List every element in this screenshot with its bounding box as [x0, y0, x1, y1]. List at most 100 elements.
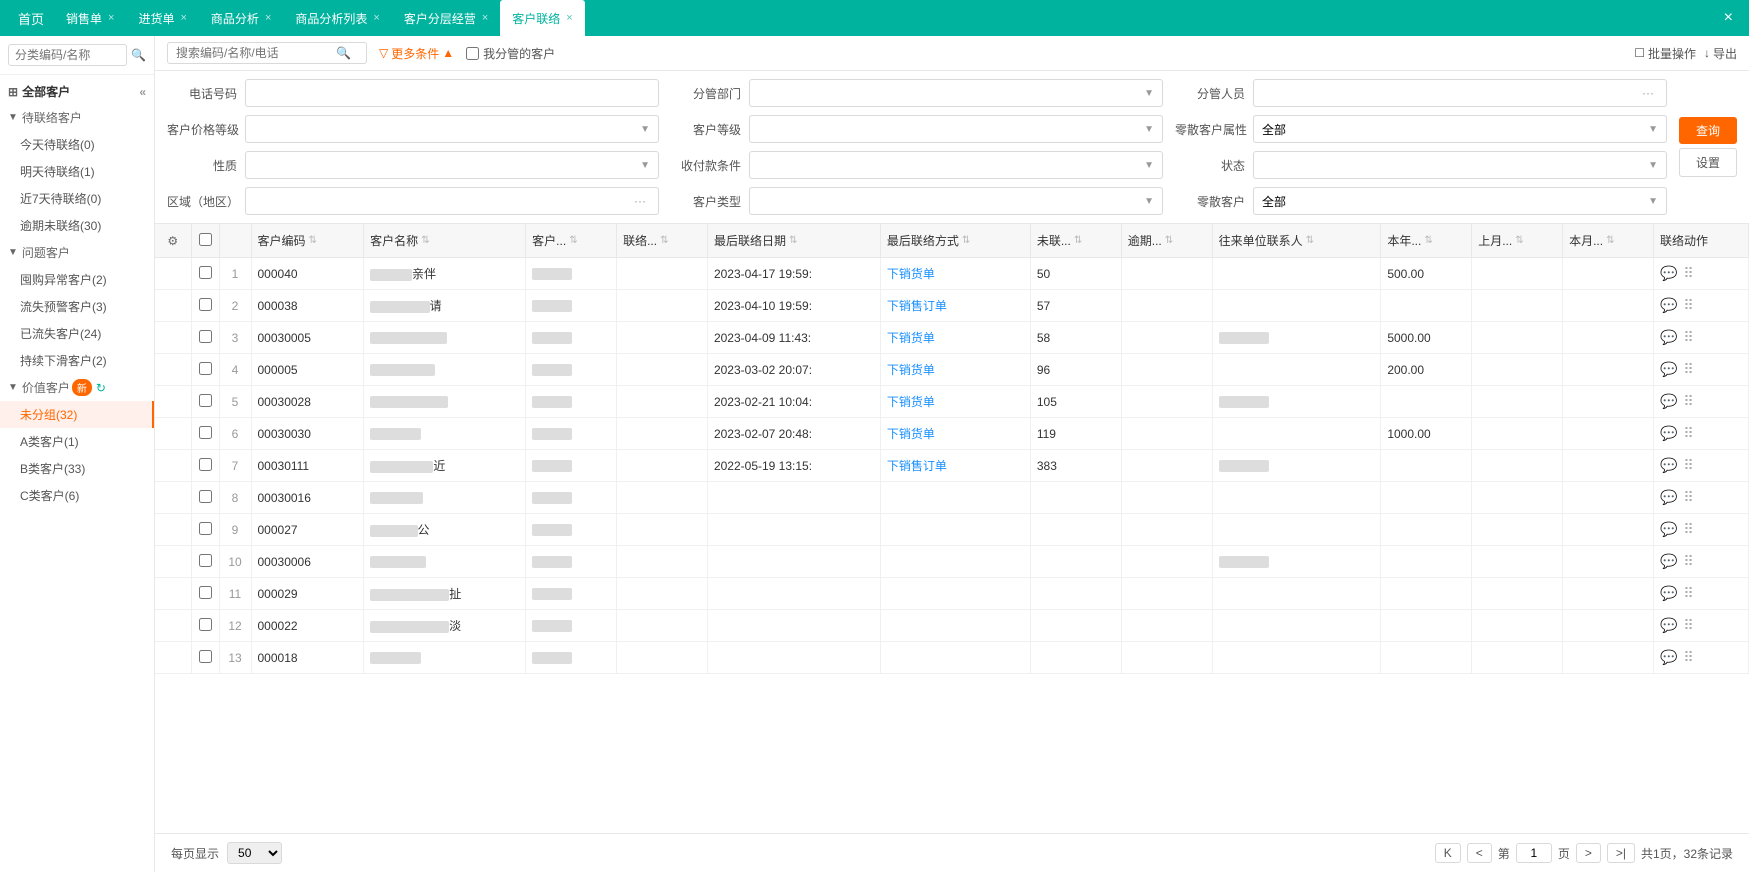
contact-action-icon[interactable]: 💬	[1660, 425, 1677, 442]
contact-way-link[interactable]: 下销货单	[887, 331, 935, 345]
col-last-way[interactable]: 最后联络方式⇅	[880, 224, 1030, 258]
col-this-year[interactable]: 本年...⇅	[1381, 224, 1472, 258]
close-tier-tab-icon[interactable]: ×	[482, 12, 488, 24]
nature-select[interactable]: ▼	[245, 151, 659, 179]
dots-icon[interactable]: ···	[1638, 86, 1658, 100]
more-action-icon[interactable]: ⠿	[1683, 425, 1693, 442]
col-contact[interactable]: 联络...⇅	[617, 224, 708, 258]
row-checkbox-cell[interactable]	[191, 322, 219, 354]
batch-ops-btn[interactable]: ☐ 批量操作	[1634, 45, 1696, 62]
payment-select[interactable]: ▼	[749, 151, 1163, 179]
row-checkbox-cell[interactable]	[191, 546, 219, 578]
sidebar-item-hoarding[interactable]: 囤购异常客户(2)	[0, 266, 154, 293]
contact-way-link[interactable]: 下销售订单	[887, 459, 947, 473]
more-action-icon[interactable]: ⠿	[1683, 297, 1693, 314]
sidebar-item-churn-warning[interactable]: 流失预警客户(3)	[0, 293, 154, 320]
contact-action-icon[interactable]: 💬	[1660, 361, 1677, 378]
contact-action-icon[interactable]: 💬	[1660, 457, 1677, 474]
row-checkbox[interactable]	[199, 618, 212, 631]
prev-page-btn[interactable]: <	[1467, 843, 1492, 863]
row-checkbox[interactable]	[199, 554, 212, 567]
more-action-icon[interactable]: ⠿	[1683, 585, 1693, 602]
col-this-month[interactable]: 本月...⇅	[1563, 224, 1654, 258]
last-page-btn[interactable]: >|	[1607, 843, 1635, 863]
region-select[interactable]: ···	[245, 187, 659, 215]
col-last-month[interactable]: 上月...⇅	[1472, 224, 1563, 258]
row-checkbox[interactable]	[199, 522, 212, 535]
sidebar-item-tomorrow-pending[interactable]: 明天待联络(1)	[0, 158, 154, 185]
nav-tab-analysis-list[interactable]: 商品分析列表 ×	[283, 0, 391, 36]
row-checkbox[interactable]	[199, 298, 212, 311]
close-all-button[interactable]: ×	[1716, 9, 1741, 27]
close-analysis-tab-icon[interactable]: ×	[265, 12, 271, 24]
my-customers-checkbox[interactable]	[466, 47, 479, 60]
filter-search-input[interactable]	[176, 46, 336, 60]
status-select[interactable]: ▼	[1253, 151, 1667, 179]
nav-tab-customer-contact[interactable]: 客户联络 ×	[500, 0, 584, 36]
page-number-input[interactable]	[1516, 843, 1552, 863]
row-checkbox-cell[interactable]	[191, 610, 219, 642]
contact-way-link[interactable]: 下销货单	[887, 363, 935, 377]
col-checkbox-all[interactable]	[191, 224, 219, 258]
contact-action-icon[interactable]: 💬	[1660, 489, 1677, 506]
row-checkbox-cell[interactable]	[191, 642, 219, 674]
row-checkbox[interactable]	[199, 362, 212, 375]
customer-type-select[interactable]: ▼	[749, 187, 1163, 215]
contact-action-icon[interactable]: 💬	[1660, 649, 1677, 666]
nav-tab-customer-tier[interactable]: 客户分层经营 ×	[392, 0, 500, 36]
more-action-icon[interactable]: ⠿	[1683, 553, 1693, 570]
row-checkbox-cell[interactable]	[191, 514, 219, 546]
filter-search-icon[interactable]: 🔍	[336, 46, 351, 60]
sidebar-item-today-pending[interactable]: 今天待联络(0)	[0, 131, 154, 158]
contact-way-link[interactable]: 下销货单	[887, 395, 935, 409]
sidebar-item-class-c[interactable]: C类客户(6)	[0, 482, 154, 509]
nav-tab-analysis[interactable]: 商品分析 ×	[199, 0, 283, 36]
first-page-btn[interactable]: K	[1435, 843, 1461, 863]
nav-tab-sales[interactable]: 销售单 ×	[54, 0, 126, 36]
sidebar-item-declining[interactable]: 持续下滑客户(2)	[0, 347, 154, 374]
row-checkbox[interactable]	[199, 330, 212, 343]
retail-customer-select[interactable]: 全部 ▼	[1253, 187, 1667, 215]
more-action-icon[interactable]: ⠿	[1683, 521, 1693, 538]
close-sales-tab-icon[interactable]: ×	[108, 12, 114, 24]
sidebar-item-churned[interactable]: 已流失客户(24)	[0, 320, 154, 347]
contact-way-link[interactable]: 下销货单	[887, 267, 935, 281]
filter-more-btn[interactable]: ▽ 更多条件 ▲	[379, 45, 454, 62]
close-purchase-tab-icon[interactable]: ×	[180, 12, 186, 24]
row-checkbox-cell[interactable]	[191, 386, 219, 418]
row-checkbox-cell[interactable]	[191, 578, 219, 610]
more-action-icon[interactable]: ⠿	[1683, 329, 1693, 346]
all-customers-header[interactable]: ⊞ 全部客户 «	[0, 75, 154, 104]
col-overdue[interactable]: 逾期...⇅	[1121, 224, 1212, 258]
price-grade-select[interactable]: ▼	[245, 115, 659, 143]
refresh-icon[interactable]: ↻	[96, 381, 106, 395]
sidebar-search-input[interactable]	[8, 44, 127, 66]
group-value-customers[interactable]: ▼ 价值客户 新 ↻	[0, 374, 154, 401]
filter-search-box[interactable]: 🔍	[167, 42, 367, 64]
contact-action-icon[interactable]: 💬	[1660, 521, 1677, 538]
per-page-select[interactable]: 50 100 200	[227, 842, 282, 864]
contact-action-icon[interactable]: 💬	[1660, 617, 1677, 634]
phone-input[interactable]	[245, 79, 659, 107]
row-checkbox-cell[interactable]	[191, 482, 219, 514]
dots-icon2[interactable]: ···	[630, 194, 650, 208]
col-name[interactable]: 客户名称⇅	[364, 224, 526, 258]
sidebar-item-7days-pending[interactable]: 近7天待联络(0)	[0, 185, 154, 212]
contact-action-icon[interactable]: 💬	[1660, 585, 1677, 602]
retail-attr-select[interactable]: 全部 ▼	[1253, 115, 1667, 143]
sidebar-item-ungrouped[interactable]: 未分组(32)	[0, 401, 154, 428]
dept-select[interactable]: ▼	[749, 79, 1163, 107]
row-checkbox[interactable]	[199, 650, 212, 663]
group-problem-customers[interactable]: ▼ 问题客户	[0, 239, 154, 266]
col-type[interactable]: 客户...⇅	[526, 224, 617, 258]
col-unit-contact[interactable]: 往来单位联系人⇅	[1212, 224, 1381, 258]
more-action-icon[interactable]: ⠿	[1683, 649, 1693, 666]
settings-button[interactable]: 设置	[1679, 148, 1737, 177]
sidebar-item-class-a[interactable]: A类客户(1)	[0, 428, 154, 455]
filter-my-customers[interactable]: 我分管的客户	[466, 45, 555, 62]
contact-action-icon[interactable]: 💬	[1660, 297, 1677, 314]
more-action-icon[interactable]: ⠿	[1683, 617, 1693, 634]
row-checkbox[interactable]	[199, 394, 212, 407]
more-action-icon[interactable]: ⠿	[1683, 361, 1693, 378]
more-action-icon[interactable]: ⠿	[1683, 457, 1693, 474]
